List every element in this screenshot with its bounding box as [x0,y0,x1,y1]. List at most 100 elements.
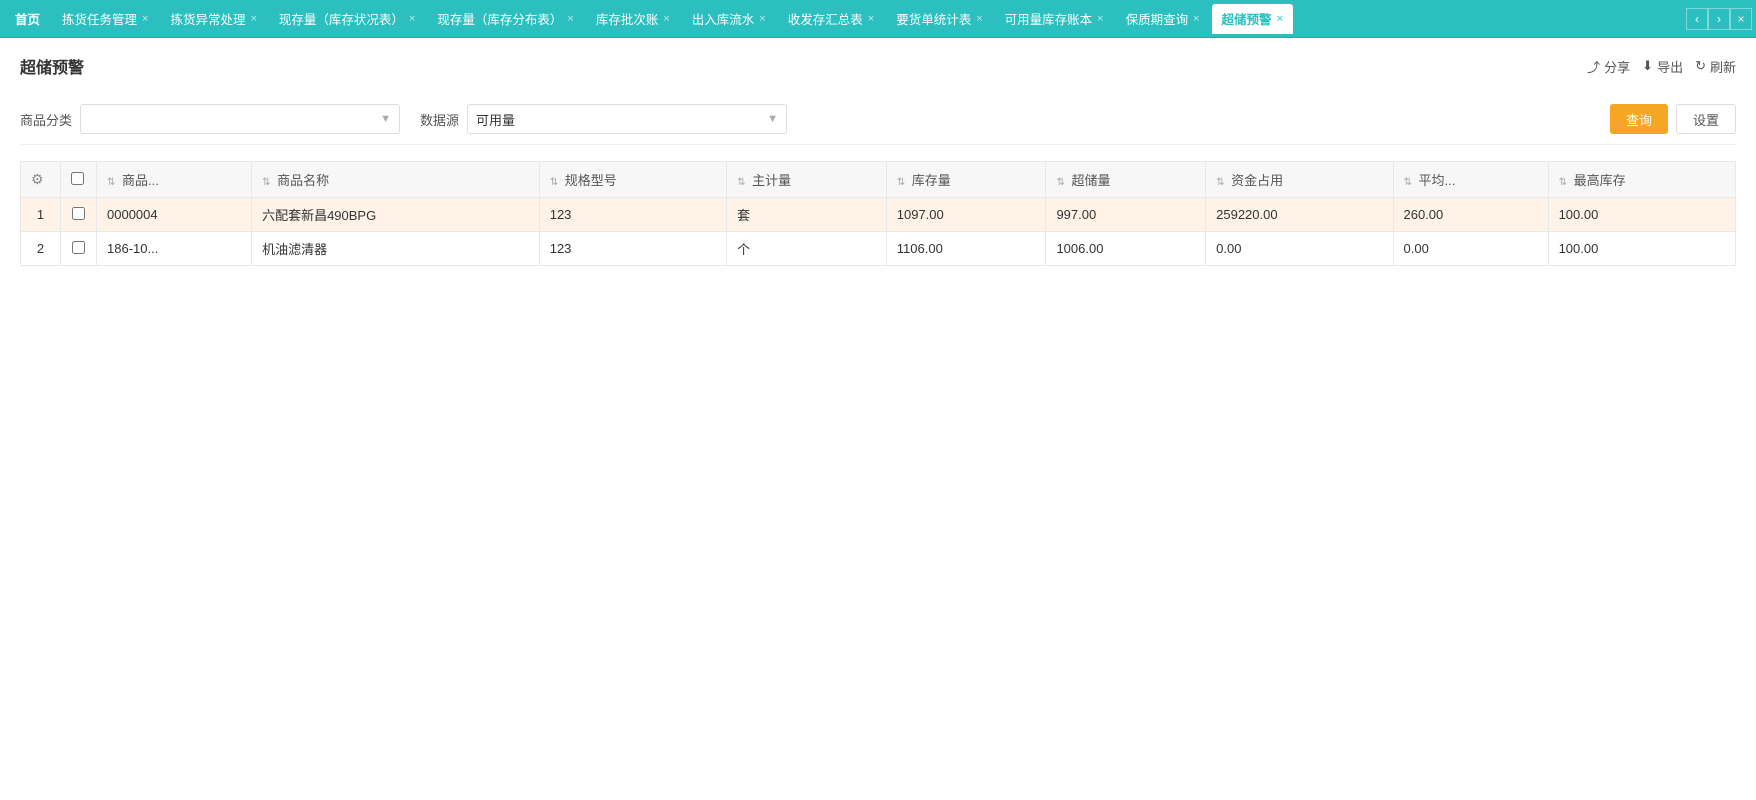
nav-arrow-close[interactable]: × [1730,8,1752,30]
th-spec[interactable]: ⇅ 规格型号 [539,162,726,198]
nav-close-overstock-warning[interactable]: × [1277,13,1283,25]
nav-tab-quality-check[interactable]: 保质期查询 × [1116,4,1210,34]
cell-max-stock: 100.00 [1548,232,1735,266]
nav-label-inventory-batch: 库存批次账 [596,9,659,28]
nav-label-exception-process: 拣货异常处理 [170,9,245,28]
nav-close-inventory-dist[interactable]: × [567,13,573,25]
col-label-overstock: 超储量 [1071,173,1110,188]
nav-home-label: 首页 [15,9,40,28]
top-nav: 首页 拣货任务管理 × 拣货异常处理 × 现存量（库存状况表） × 现存量（库存… [0,0,1756,38]
row-checkbox[interactable] [72,207,85,220]
cell-avg: 0.00 [1393,232,1548,266]
category-label: 商品分类 [20,110,72,129]
datasource-label: 数据源 [420,110,459,129]
nav-label-available-ledger: 可用量库存账本 [1005,9,1093,28]
nav-close-receive-send[interactable]: × [868,13,874,25]
export-label: 导出 [1657,57,1683,76]
settings-button[interactable]: 设置 [1676,104,1736,134]
col-label-spec: 规格型号 [565,173,617,188]
nav-label-quality-check: 保质期查询 [1126,9,1189,28]
th-overstock[interactable]: ⇅ 超储量 [1046,162,1206,198]
nav-label-overstock-warning: 超储预警 [1222,9,1272,28]
refresh-label: 刷新 [1710,57,1736,76]
nav-close-available-ledger[interactable]: × [1097,13,1103,25]
th-product-name[interactable]: ⇅ 商品名称 [252,162,540,198]
nav-close-exception-process[interactable]: × [250,13,256,25]
nav-label-order-stats: 要货单统计表 [896,9,971,28]
sort-icon-product-code: ⇅ [107,177,115,188]
filter-area: 商品分类 ▼ 数据源 可用量 ▼ 查询 设置 [20,94,1736,145]
nav-tab-receive-send[interactable]: 收发存汇总表 × [778,4,884,34]
nav-label-receive-send: 收发存汇总表 [788,9,863,28]
data-table: ⚙ ⇅ 商品... ⇅ 商品名称 ⇅ 规格型号 ⇅ [20,161,1736,266]
cell-stock: 1106.00 [886,232,1046,266]
nav-tab-available-ledger[interactable]: 可用量库存账本 × [995,4,1114,34]
table-header: ⚙ ⇅ 商品... ⇅ 商品名称 ⇅ 规格型号 ⇅ [21,162,1736,198]
nav-close-order-stats[interactable]: × [976,13,982,25]
col-label-max-stock: 最高库存 [1574,173,1626,188]
category-select[interactable]: ▼ [80,104,400,134]
nav-arrow-left[interactable]: ‹ [1686,8,1708,30]
sort-icon-max-stock: ⇅ [1559,177,1567,188]
cell-overstock: 997.00 [1046,198,1206,232]
col-label-unit: 主计量 [752,173,791,188]
nav-tab-task-mgmt[interactable]: 拣货任务管理 × [52,4,158,34]
col-label-product-code: 商品... [122,173,159,188]
refresh-icon: ↻ [1695,58,1706,74]
nav-tab-inout-flow[interactable]: 出入库流水 × [682,4,776,34]
th-max-stock[interactable]: ⇅ 最高库存 [1548,162,1735,198]
category-filter-group: 商品分类 ▼ [20,104,400,134]
sort-icon-stock: ⇅ [897,177,905,188]
nav-label-inventory-status: 现存量（库存状况表） [279,9,404,28]
nav-arrow-right[interactable]: › [1708,8,1730,30]
refresh-button[interactable]: ↻ 刷新 [1695,57,1736,76]
sort-icon-overstock: ⇅ [1056,177,1064,188]
col-label-product-name: 商品名称 [277,173,329,188]
nav-close-inventory-batch[interactable]: × [663,13,669,25]
datasource-chevron-icon: ▼ [767,113,778,125]
row-checkbox[interactable] [72,241,85,254]
header-actions: ⤴ 分享 ⬇ 导出 ↻ 刷新 [1587,57,1736,76]
cell-product-code: 0000004 [97,198,252,232]
nav-arrows: ‹ › × [1686,8,1752,30]
row-checkbox-cell [61,232,97,266]
th-product-code[interactable]: ⇅ 商品... [97,162,252,198]
col-label-capital: 资金占用 [1231,173,1283,188]
cell-capital: 259220.00 [1206,198,1393,232]
query-button[interactable]: 查询 [1610,104,1668,134]
export-button[interactable]: ⬇ 导出 [1642,57,1683,76]
nav-close-inout-flow[interactable]: × [759,13,765,25]
page-content: 超储预警 ⤴ 分享 ⬇ 导出 ↻ 刷新 商品分类 ▼ 数据源 [0,38,1756,800]
select-all-checkbox[interactable] [71,172,84,185]
nav-tab-exception-process[interactable]: 拣货异常处理 × [160,4,266,34]
nav-tab-inventory-dist[interactable]: 现存量（库存分布表） × [427,4,583,34]
cell-avg: 260.00 [1393,198,1548,232]
th-checkbox [61,162,97,198]
sort-icon-unit: ⇅ [737,177,745,188]
nav-tab-order-stats[interactable]: 要货单统计表 × [886,4,992,34]
nav-tab-overstock-warning[interactable]: 超储预警 × [1212,4,1293,34]
th-capital[interactable]: ⇅ 资金占用 [1206,162,1393,198]
th-gear[interactable]: ⚙ [21,162,61,198]
nav-close-quality-check[interactable]: × [1193,13,1199,25]
th-avg[interactable]: ⇅ 平均... [1393,162,1548,198]
nav-close-task-mgmt[interactable]: × [142,13,148,25]
sort-icon-product-name: ⇅ [262,177,270,188]
datasource-select[interactable]: 可用量 ▼ [467,104,787,134]
cell-unit: 套 [727,198,887,232]
nav-tab-home[interactable]: 首页 [5,4,50,34]
nav-close-inventory-status[interactable]: × [409,13,415,25]
datasource-select-value: 可用量 [476,110,515,129]
nav-tab-inventory-status[interactable]: 现存量（库存状况表） × [269,4,425,34]
nav-tab-inventory-batch[interactable]: 库存批次账 × [586,4,680,34]
nav-label-inout-flow: 出入库流水 [692,9,755,28]
cell-max-stock: 100.00 [1548,198,1735,232]
gear-icon[interactable]: ⚙ [31,171,44,187]
cell-stock: 1097.00 [886,198,1046,232]
th-unit[interactable]: ⇅ 主计量 [727,162,887,198]
th-stock[interactable]: ⇅ 库存量 [886,162,1046,198]
page-title: 超储预警 [20,54,84,78]
share-button[interactable]: ⤴ 分享 [1587,57,1630,76]
cell-product-code: 186-10... [97,232,252,266]
cell-spec: 123 [539,232,726,266]
